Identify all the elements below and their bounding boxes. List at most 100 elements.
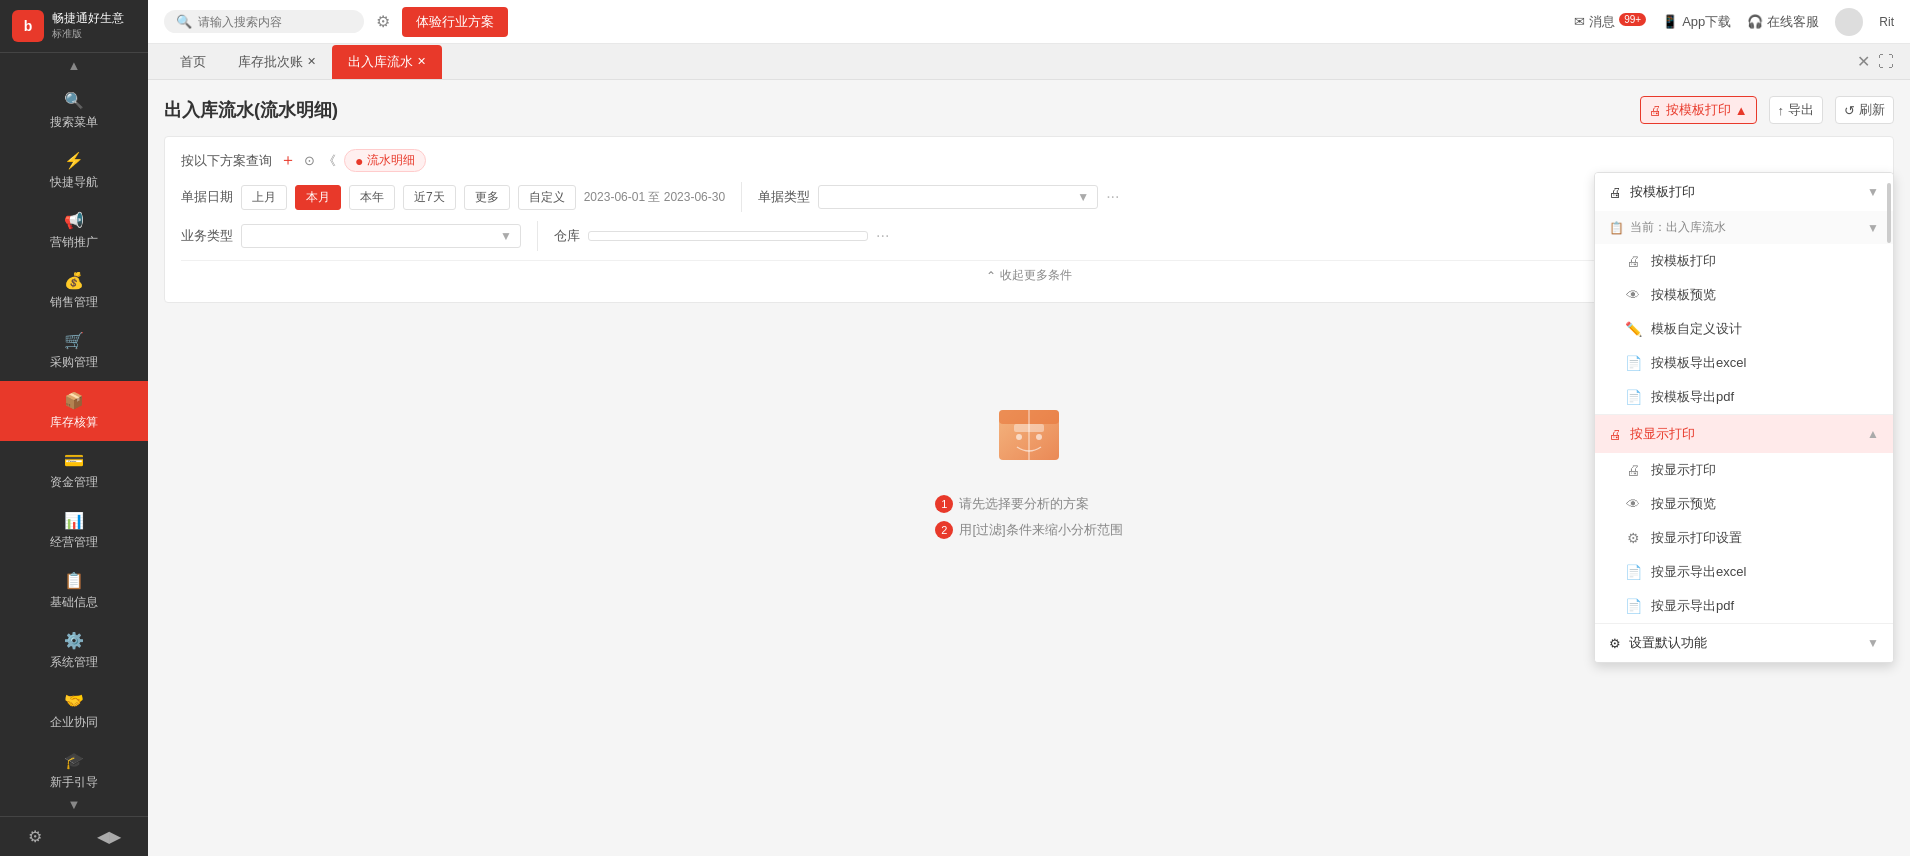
sidebar-item-label: 新手引导 [50,774,98,791]
step2-num: 2 [935,521,953,539]
inventory-icon: 📦 [64,391,84,410]
sidebar-item-guide[interactable]: 🎓 新手引导 [0,741,148,792]
search-input[interactable] [198,15,348,29]
dropdown-item-template-pdf[interactable]: 📄 按模板导出pdf [1595,380,1893,414]
sidebar-item-label: 经营管理 [50,534,98,551]
industry-btn[interactable]: 体验行业方案 [402,7,508,37]
sidebar-item-finance[interactable]: 💳 资金管理 [0,441,148,501]
system-icon: ⚙️ [64,631,84,650]
topbar-gear-btn[interactable]: ⚙ [376,12,390,31]
sidebar-item-operations[interactable]: 📊 经营管理 [0,501,148,561]
dropdown-scrollbar[interactable] [1887,183,1891,243]
warehouse-more-btn[interactable]: ··· [876,227,889,245]
step1-text: 请先选择要分析的方案 [959,495,1089,513]
warehouse-label: 仓库 [554,227,580,245]
message-icon: ✉ [1574,14,1585,29]
display-excel-icon: 📄 [1625,564,1641,580]
sidebar: b 畅捷通好生意 标准版 ▲ 🔍 搜索菜单 ⚡ 快捷导航 📢 营销推广 💰 销售… [0,0,148,856]
sidebar-item-inventory[interactable]: 📦 库存核算 [0,381,148,441]
item-label: 按显示导出excel [1651,563,1746,581]
sidebar-settings-btn[interactable]: ⚙ [28,827,42,846]
logo-area: b 畅捷通好生意 标准版 [0,0,148,53]
dropdown-display-print-header[interactable]: 🖨 按显示打印 ▲ [1595,415,1893,453]
sidebar-item-quicknav[interactable]: ⚡ 快捷导航 [0,141,148,201]
filter-add-btn[interactable]: ＋ [280,150,296,171]
main-content: 🔍 ⚙ 体验行业方案 ✉ 消息 99+ 📱 App下载 🎧 在线客服 Rit [148,0,1910,856]
dropdown-item-display-preview[interactable]: 👁 按显示预览 [1595,487,1893,521]
refresh-btn[interactable]: ↺ 刷新 [1835,96,1894,124]
dropdown-item-template-custom[interactable]: ✏️ 模板自定义设计 [1595,312,1893,346]
sidebar-item-basicinfo[interactable]: 📋 基础信息 [0,561,148,621]
warehouse-select[interactable] [588,231,868,241]
biztype-select[interactable]: ▼ [241,224,521,248]
sidebar-item-collab[interactable]: 🤝 企业协同 [0,681,148,741]
sidebar-nav: 🔍 搜索菜单 ⚡ 快捷导航 📢 营销推广 💰 销售管理 🛒 采购管理 📦 库存核… [0,77,148,792]
filter-settings-btn[interactable]: ⊙ [304,153,315,168]
date-btn-last-7[interactable]: 近7天 [403,185,456,210]
tab-flowdetail-close[interactable]: ✕ [417,55,426,68]
tab-close-all-btn[interactable]: ✕ [1857,52,1870,71]
doc-type-label: 单据类型 [758,188,810,206]
dropdown-item-display-settings[interactable]: ⚙ 按显示打印设置 [1595,521,1893,555]
tab-home[interactable]: 首页 [164,45,222,79]
app-download-btn[interactable]: 📱 App下载 [1662,13,1731,31]
design-icon: ✏️ [1625,321,1641,337]
sidebar-scroll-down[interactable]: ▼ [0,792,148,816]
date-btn-this-year[interactable]: 本年 [349,185,395,210]
preview-icon: 👁 [1625,287,1641,303]
sidebar-item-search[interactable]: 🔍 搜索菜单 [0,81,148,141]
tab-maximize-btn[interactable]: ⛶ [1878,53,1894,71]
set-default-icon: ⚙ [1609,636,1621,651]
item-label: 按模板预览 [1651,286,1716,304]
filter-biztype-item: 业务类型 ▼ [181,224,521,248]
dropdown-item-template-excel[interactable]: 📄 按模板导出excel [1595,346,1893,380]
tab-batch-close[interactable]: ✕ [307,55,316,68]
sidebar-item-marketing[interactable]: 📢 营销推广 [0,201,148,261]
sidebar-item-label: 系统管理 [50,654,98,671]
sidebar-item-sales[interactable]: 💰 销售管理 [0,261,148,321]
filter-divider-2 [537,221,538,251]
tabs-bar: 首页 库存批次账 ✕ 出入库流水 ✕ ✕ ⛶ [148,44,1910,80]
sidebar-collapse-btn[interactable]: ◀▶ [97,827,121,846]
date-btn-this-month[interactable]: 本月 [295,185,341,210]
sidebar-item-label: 快捷导航 [50,174,98,191]
dropdown-item-display-print[interactable]: 🖨 按显示打印 [1595,453,1893,487]
message-badge: 99+ [1619,13,1646,26]
dropdown-item-display-pdf[interactable]: 📄 按显示导出pdf [1595,589,1893,623]
app-name: 畅捷通好生意 [52,11,124,27]
sidebar-item-label: 营销推广 [50,234,98,251]
date-btn-more[interactable]: 更多 [464,185,510,210]
export-btn[interactable]: ↑ 导出 [1769,96,1824,124]
filter-collapse-btn[interactable]: 《 [323,152,336,170]
doc-type-more-btn[interactable]: ··· [1106,188,1119,206]
messages-btn[interactable]: ✉ 消息 99+ [1574,13,1646,31]
sales-icon: 💰 [64,271,84,290]
search-box[interactable]: 🔍 [164,10,364,33]
printer-icon-2: 🖨 [1609,185,1622,200]
dropdown-set-default-header[interactable]: ⚙ 设置默认功能 ▼ [1595,624,1893,662]
username: Rit [1879,15,1894,29]
sidebar-item-purchase[interactable]: 🛒 采购管理 [0,321,148,381]
dropdown-item-template-print[interactable]: 🖨 按模板打印 [1595,244,1893,278]
item-label: 模板自定义设计 [1651,320,1742,338]
display-print-icon: 🖨 [1609,427,1622,442]
sidebar-item-system[interactable]: ⚙️ 系统管理 [0,621,148,681]
dropdown-template-print-header[interactable]: 🖨 按模板打印 ▼ [1595,173,1893,211]
date-btn-last-month[interactable]: 上月 [241,185,287,210]
avatar[interactable] [1835,8,1863,36]
date-btn-custom[interactable]: 自定义 [518,185,576,210]
tab-flowdetail[interactable]: 出入库流水 ✕ [332,45,442,79]
page-header: 出入库流水(流水明细) 🖨 按模板打印 ▲ ↑ 导出 ↺ 刷新 [164,96,1894,124]
doc-type-select[interactable]: ▼ [818,185,1098,209]
tab-batch[interactable]: 库存批次账 ✕ [222,45,332,79]
dropdown-item-display-excel[interactable]: 📄 按显示导出excel [1595,555,1893,589]
display-print-icon-2: 🖨 [1625,462,1641,478]
sidebar-scroll-up[interactable]: ▲ [0,53,148,77]
filter-header: 按以下方案查询 ＋ ⊙ 《 ● 流水明细 [181,149,1877,172]
chevron-down-icon-6: ▼ [1867,636,1879,650]
quicknav-icon: ⚡ [64,151,84,170]
online-service-btn[interactable]: 🎧 在线客服 [1747,13,1819,31]
export-label: 导出 [1788,101,1814,119]
dropdown-item-template-preview[interactable]: 👁 按模板预览 [1595,278,1893,312]
template-print-btn[interactable]: 🖨 按模板打印 ▲ [1640,96,1757,124]
